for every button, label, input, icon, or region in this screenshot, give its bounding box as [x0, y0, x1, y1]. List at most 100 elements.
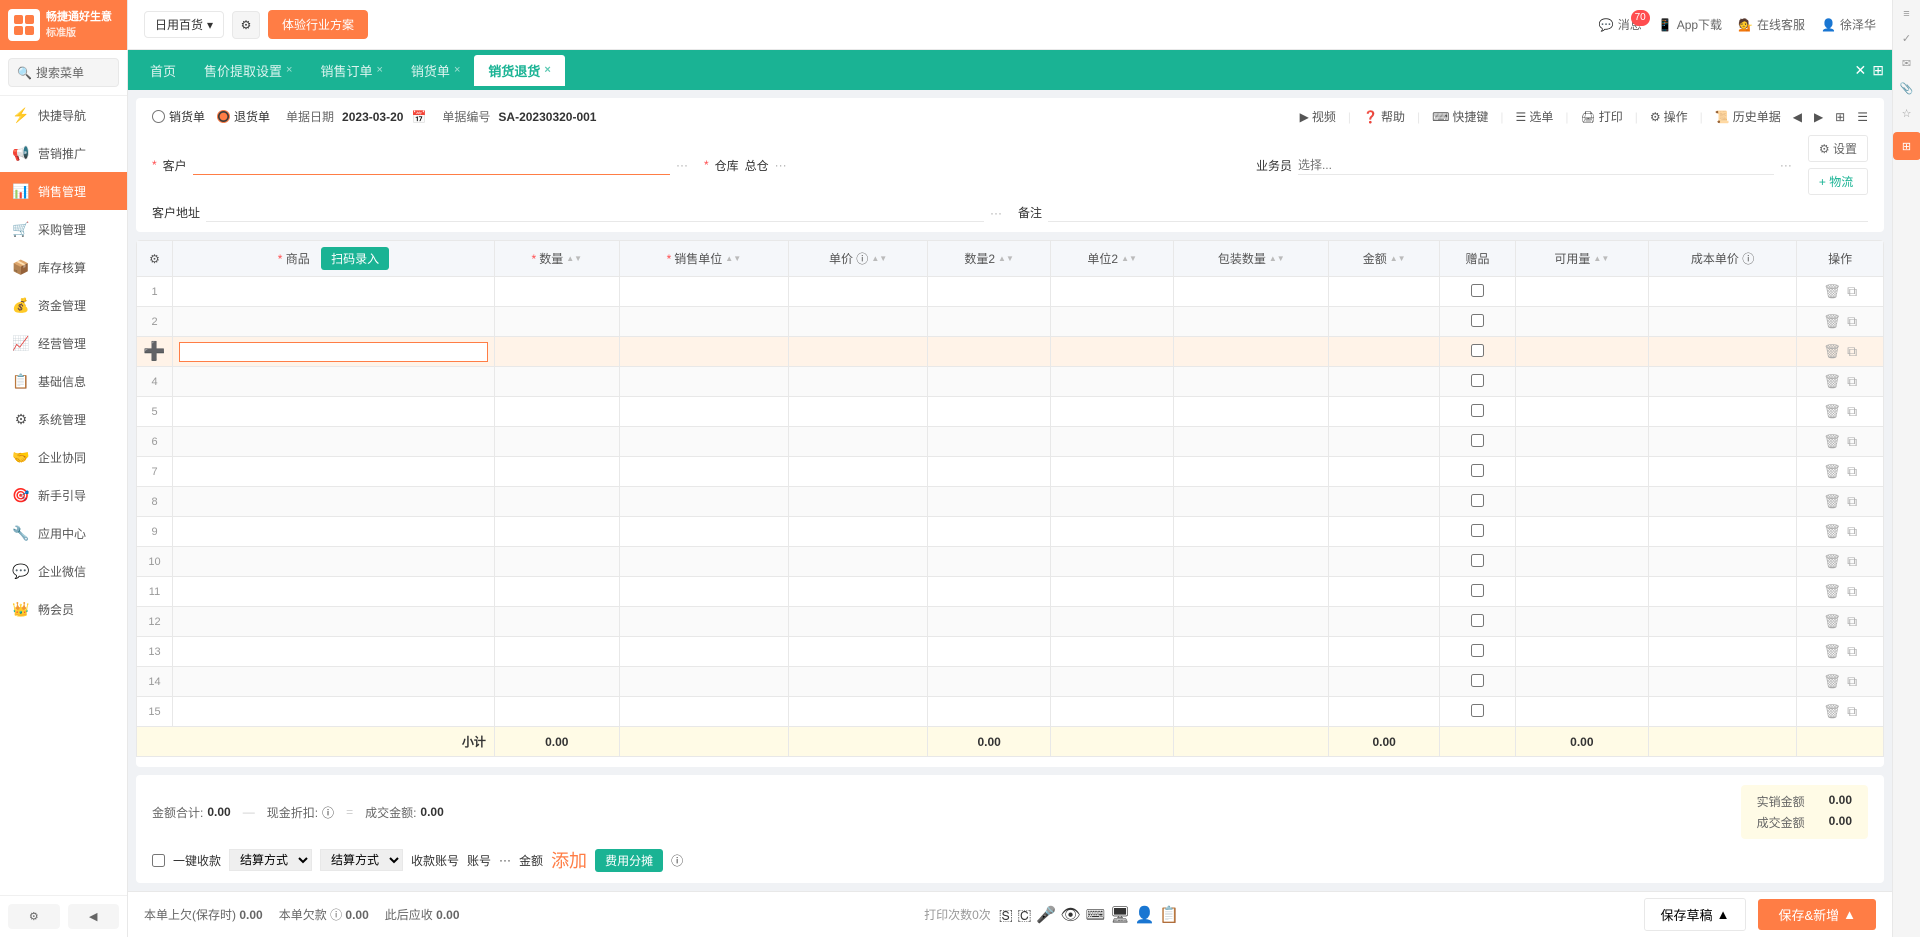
toolbar-next[interactable]: ▶: [1814, 110, 1823, 124]
row-10-copy-btn[interactable]: ⧉: [1847, 553, 1857, 570]
tab-sales-order[interactable]: 销售订单 ×: [306, 55, 396, 86]
row-1-available[interactable]: [1515, 277, 1648, 307]
quantity2-sort[interactable]: 数量2 ▲▼: [964, 250, 1014, 267]
row-1-quantity2[interactable]: [928, 277, 1051, 307]
row-2-sales-unit[interactable]: [619, 307, 788, 337]
row-3-available[interactable]: [1515, 337, 1648, 367]
customer-dots[interactable]: ···: [676, 158, 688, 172]
row-1-gift[interactable]: [1440, 277, 1516, 307]
tab-price-setting[interactable]: 售价提取设置 ×: [190, 55, 306, 86]
row-2-gift-checkbox[interactable]: [1471, 314, 1484, 327]
tab-sales-order-close[interactable]: ×: [376, 64, 382, 76]
tab-sales-delivery[interactable]: 销货单 ×: [397, 55, 474, 86]
col-gear[interactable]: ⚙: [137, 241, 173, 277]
tab-bar-close-button[interactable]: ✕: [1855, 62, 1867, 79]
row-1-product[interactable]: [173, 277, 495, 307]
right-panel-icon-1[interactable]: ≡: [1903, 8, 1909, 20]
unit2-sort[interactable]: 单位2 ▲▼: [1087, 250, 1137, 267]
address-dots[interactable]: ···: [990, 206, 1002, 220]
row-9-delete-btn[interactable]: 🗑: [1823, 523, 1841, 540]
tab-sales-return[interactable]: 销货退货 ×: [474, 55, 564, 86]
tab-price-setting-close[interactable]: ×: [286, 64, 292, 76]
add-payment-button[interactable]: 添加: [551, 847, 587, 873]
row-10-delete-btn[interactable]: 🗑: [1823, 553, 1841, 570]
row-5-delete-btn[interactable]: 🗑: [1823, 403, 1841, 420]
row-3-amount[interactable]: [1329, 337, 1440, 367]
row-8-delete-btn[interactable]: 🗑: [1823, 493, 1841, 510]
toolbar-operation[interactable]: ⚙ 操作: [1650, 108, 1688, 125]
row-3-unit2[interactable]: [1051, 337, 1174, 367]
toolbar-prev[interactable]: ◀: [1793, 110, 1802, 124]
sidebar-item-enterprise[interactable]: 🤝 企业协同: [0, 438, 127, 476]
toolbar-video[interactable]: ▶ 视频: [1300, 108, 1336, 125]
add-row-btn-cell[interactable]: ➕: [137, 337, 173, 367]
online-service-button[interactable]: 💁 在线客服: [1738, 16, 1805, 33]
row-3-cost-price[interactable]: [1648, 337, 1797, 367]
row-7-copy-btn[interactable]: ⧉: [1847, 463, 1857, 480]
row-3-copy-btn[interactable]: ⧉: [1847, 343, 1857, 360]
row-15-delete-btn[interactable]: 🗑: [1823, 703, 1841, 720]
logistics-button[interactable]: + 物流: [1808, 168, 1868, 195]
row-1-amount[interactable]: [1329, 277, 1440, 307]
sidebar-item-inventory[interactable]: 📦 库存核算: [0, 248, 127, 286]
save-draft-button[interactable]: 保存草稿 ▲: [1644, 898, 1747, 931]
radio-return-input[interactable]: [217, 110, 230, 123]
sidebar-item-finance[interactable]: 💰 资金管理: [0, 286, 127, 324]
right-panel-icon-2[interactable]: ✓: [1902, 32, 1911, 45]
row-2-pack-qty[interactable]: [1174, 307, 1329, 337]
calendar-icon[interactable]: 📅: [411, 110, 426, 124]
user-profile-button[interactable]: 👤 徐泽华: [1821, 16, 1876, 33]
debit-info-icon[interactable]: ⓘ: [330, 908, 342, 922]
tab-sales-return-close[interactable]: ×: [544, 64, 550, 76]
row-2-cost-price[interactable]: [1648, 307, 1797, 337]
sidebar-item-sales[interactable]: 📊 销售管理: [0, 172, 127, 210]
row-3-gift-checkbox[interactable]: [1471, 344, 1484, 357]
row-3-product-input[interactable]: [179, 342, 488, 362]
sidebar-item-newbie[interactable]: 🎯 新手引导: [0, 476, 127, 514]
sidebar-item-system[interactable]: ⚙ 系统管理: [0, 400, 127, 438]
radio-sales-input[interactable]: [152, 110, 165, 123]
cash-discount-info-icon[interactable]: ⓘ: [322, 804, 334, 821]
row-9-copy-btn[interactable]: ⧉: [1847, 523, 1857, 540]
row-12-delete-btn[interactable]: 🗑: [1823, 613, 1841, 630]
staff-input[interactable]: [1298, 156, 1774, 175]
toolbar-select[interactable]: ☰ 选单: [1516, 108, 1554, 125]
row-2-delete-btn[interactable]: 🗑: [1823, 313, 1841, 330]
sales-unit-sort[interactable]: *销售单位 ▲▼: [667, 250, 742, 267]
right-panel-icon-3[interactable]: ✉: [1902, 57, 1911, 70]
remark-input[interactable]: [1048, 203, 1868, 222]
row-3-pack-qty[interactable]: [1174, 337, 1329, 367]
sidebar-item-basic[interactable]: 📋 基础信息: [0, 362, 127, 400]
toolbar-history[interactable]: 📜 历史单据: [1715, 108, 1781, 125]
row-1-cost-price[interactable]: [1648, 277, 1797, 307]
row-3-sales-unit[interactable]: [619, 337, 788, 367]
toolbar-list-view[interactable]: ☰: [1857, 110, 1868, 124]
summary-method-select[interactable]: 结算方式: [320, 849, 403, 871]
sidebar-item-shortcut[interactable]: ⚡ 快捷导航: [0, 96, 127, 134]
row-3-unit-price[interactable]: [789, 337, 928, 367]
toolbar-grid-view[interactable]: ⊞: [1835, 110, 1845, 124]
row-11-copy-btn[interactable]: ⧉: [1847, 583, 1857, 600]
row-13-copy-btn[interactable]: ⧉: [1847, 643, 1857, 660]
save-new-button[interactable]: 保存&新增 ▲: [1758, 899, 1876, 930]
settings-button[interactable]: ⚙ 设置: [1808, 135, 1868, 162]
row-8-copy-btn[interactable]: ⧉: [1847, 493, 1857, 510]
row-1-unit-price[interactable]: [789, 277, 928, 307]
table-gear-icon[interactable]: ⚙: [149, 252, 160, 266]
quantity-sort[interactable]: *数量 ▲▼: [532, 250, 583, 267]
row-2-available[interactable]: [1515, 307, 1648, 337]
sidebar-settings-btn[interactable]: ⚙: [8, 904, 60, 929]
breadcrumb-select[interactable]: 日用百货 ▾: [144, 11, 224, 38]
staff-dots[interactable]: ···: [1780, 158, 1792, 172]
message-button[interactable]: 💬 消息 70: [1599, 16, 1642, 33]
row-2-product[interactable]: [173, 307, 495, 337]
row-5-copy-btn[interactable]: ⧉: [1847, 403, 1857, 420]
sidebar-item-operations[interactable]: 📈 经营管理: [0, 324, 127, 362]
toolbar-shortcut[interactable]: ⌨ 快捷键: [1432, 108, 1488, 125]
row-1-copy-btn[interactable]: ⧉: [1847, 283, 1857, 300]
right-panel-icon-4[interactable]: 📎: [1900, 82, 1914, 95]
row-1-sales-unit[interactable]: [619, 277, 788, 307]
toolbar-help[interactable]: ❓ 帮助: [1363, 108, 1405, 125]
row-12-copy-btn[interactable]: ⧉: [1847, 613, 1857, 630]
row-7-delete-btn[interactable]: 🗑: [1823, 463, 1841, 480]
